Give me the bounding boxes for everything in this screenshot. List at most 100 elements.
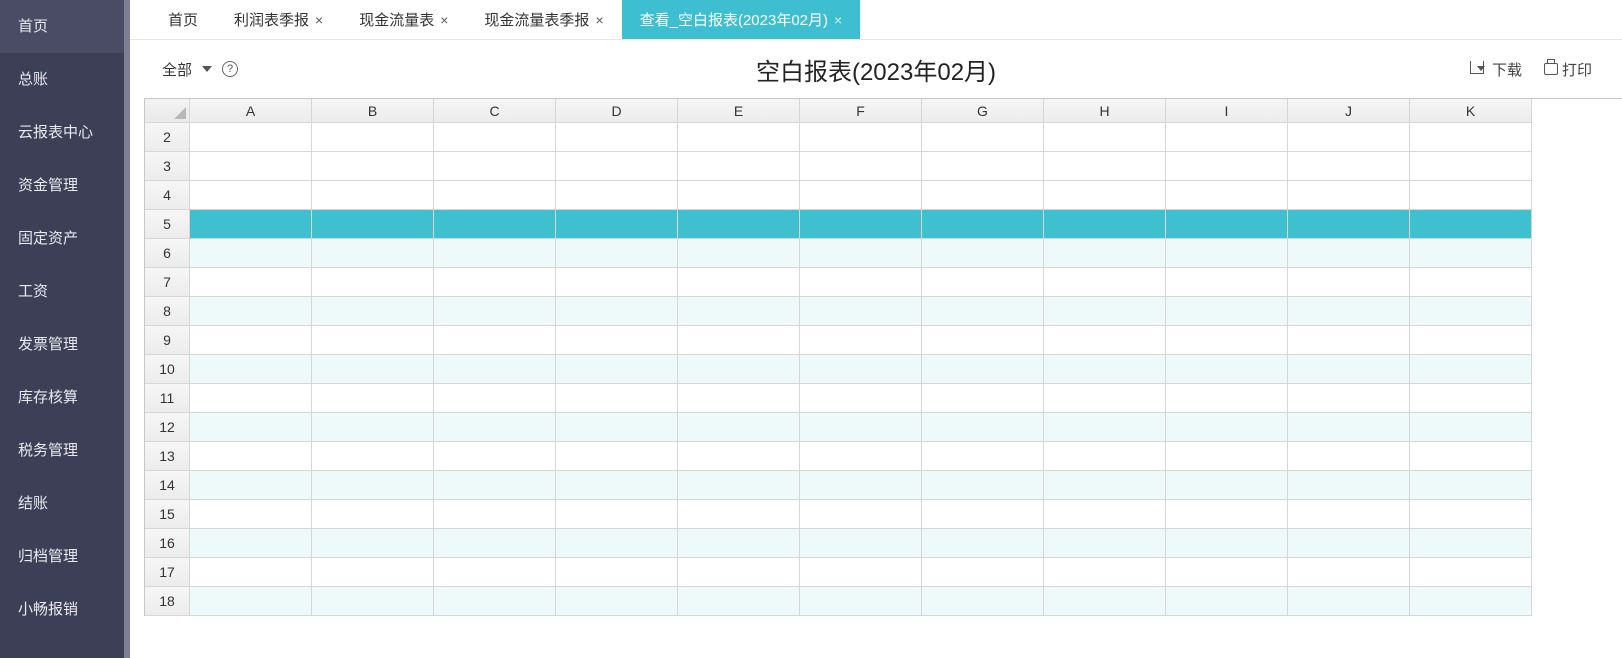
cell-J7[interactable] [1288, 268, 1410, 297]
close-icon[interactable]: × [595, 13, 603, 27]
sidebar-item-11[interactable]: 小畅报销 [0, 583, 130, 636]
cell-E8[interactable] [678, 297, 800, 326]
cell-I6[interactable] [1166, 239, 1288, 268]
cell-C14[interactable] [434, 471, 556, 500]
cell-E13[interactable] [678, 442, 800, 471]
sidebar-item-1[interactable]: 总账 [0, 53, 130, 106]
cell-G6[interactable] [922, 239, 1044, 268]
cell-F12[interactable] [800, 413, 922, 442]
tab-2[interactable]: 现金流量表× [341, 0, 466, 39]
cell-A13[interactable] [190, 442, 312, 471]
cell-E16[interactable] [678, 529, 800, 558]
row-header-13[interactable]: 13 [145, 442, 190, 471]
row-header-3[interactable]: 3 [145, 152, 190, 181]
print-button[interactable]: 打印 [1544, 59, 1592, 80]
cell-D6[interactable] [556, 239, 678, 268]
cell-H6[interactable] [1044, 239, 1166, 268]
cell-E9[interactable] [678, 326, 800, 355]
cell-F16[interactable] [800, 529, 922, 558]
cell-K6[interactable] [1410, 239, 1532, 268]
cell-I17[interactable] [1166, 558, 1288, 587]
sidebar-item-2[interactable]: 云报表中心 [0, 106, 130, 159]
cell-I18[interactable] [1166, 587, 1288, 616]
cell-K5[interactable] [1410, 210, 1532, 239]
cell-D12[interactable] [556, 413, 678, 442]
cell-C6[interactable] [434, 239, 556, 268]
download-button[interactable]: 下载 [1470, 59, 1522, 80]
sidebar-item-5[interactable]: 工资 [0, 265, 130, 318]
cell-D15[interactable] [556, 500, 678, 529]
row-header-11[interactable]: 11 [145, 384, 190, 413]
cell-I4[interactable] [1166, 181, 1288, 210]
cell-B3[interactable] [312, 152, 434, 181]
cell-G8[interactable] [922, 297, 1044, 326]
row-header-10[interactable]: 10 [145, 355, 190, 384]
cell-H7[interactable] [1044, 268, 1166, 297]
tab-4[interactable]: 查看_空白报表(2023年02月)× [622, 0, 861, 39]
cell-A3[interactable] [190, 152, 312, 181]
cell-I8[interactable] [1166, 297, 1288, 326]
cell-I3[interactable] [1166, 152, 1288, 181]
cell-C15[interactable] [434, 500, 556, 529]
cell-K13[interactable] [1410, 442, 1532, 471]
cell-H17[interactable] [1044, 558, 1166, 587]
cell-J2[interactable] [1288, 123, 1410, 152]
cell-H14[interactable] [1044, 471, 1166, 500]
cell-J15[interactable] [1288, 500, 1410, 529]
row-header-18[interactable]: 18 [145, 587, 190, 616]
column-header-F[interactable]: F [800, 99, 922, 123]
cell-I12[interactable] [1166, 413, 1288, 442]
cell-J18[interactable] [1288, 587, 1410, 616]
cell-C3[interactable] [434, 152, 556, 181]
cell-B14[interactable] [312, 471, 434, 500]
cell-C12[interactable] [434, 413, 556, 442]
cell-J4[interactable] [1288, 181, 1410, 210]
cell-K14[interactable] [1410, 471, 1532, 500]
cell-K11[interactable] [1410, 384, 1532, 413]
cell-H3[interactable] [1044, 152, 1166, 181]
cell-B11[interactable] [312, 384, 434, 413]
cell-H8[interactable] [1044, 297, 1166, 326]
column-header-H[interactable]: H [1044, 99, 1166, 123]
cell-H13[interactable] [1044, 442, 1166, 471]
cell-E17[interactable] [678, 558, 800, 587]
cell-B12[interactable] [312, 413, 434, 442]
cell-D4[interactable] [556, 181, 678, 210]
cell-G4[interactable] [922, 181, 1044, 210]
cell-K7[interactable] [1410, 268, 1532, 297]
cell-A12[interactable] [190, 413, 312, 442]
cell-K18[interactable] [1410, 587, 1532, 616]
row-header-12[interactable]: 12 [145, 413, 190, 442]
row-header-4[interactable]: 4 [145, 181, 190, 210]
cell-G9[interactable] [922, 326, 1044, 355]
cell-B17[interactable] [312, 558, 434, 587]
sidebar-scrollbar[interactable] [124, 0, 130, 658]
column-header-C[interactable]: C [434, 99, 556, 123]
cell-D11[interactable] [556, 384, 678, 413]
cell-G3[interactable] [922, 152, 1044, 181]
cell-A2[interactable] [190, 123, 312, 152]
cell-G7[interactable] [922, 268, 1044, 297]
cell-J8[interactable] [1288, 297, 1410, 326]
cell-E7[interactable] [678, 268, 800, 297]
cell-F9[interactable] [800, 326, 922, 355]
cell-I10[interactable] [1166, 355, 1288, 384]
row-header-6[interactable]: 6 [145, 239, 190, 268]
cell-E4[interactable] [678, 181, 800, 210]
cell-J17[interactable] [1288, 558, 1410, 587]
cell-D13[interactable] [556, 442, 678, 471]
cell-G10[interactable] [922, 355, 1044, 384]
sidebar-item-9[interactable]: 结账 [0, 477, 130, 530]
cell-J16[interactable] [1288, 529, 1410, 558]
row-header-8[interactable]: 8 [145, 297, 190, 326]
row-header-16[interactable]: 16 [145, 529, 190, 558]
row-header-17[interactable]: 17 [145, 558, 190, 587]
cell-F4[interactable] [800, 181, 922, 210]
cell-J12[interactable] [1288, 413, 1410, 442]
cell-K9[interactable] [1410, 326, 1532, 355]
cell-F13[interactable] [800, 442, 922, 471]
cell-K12[interactable] [1410, 413, 1532, 442]
cell-B4[interactable] [312, 181, 434, 210]
cell-H18[interactable] [1044, 587, 1166, 616]
close-icon[interactable]: × [834, 13, 842, 27]
